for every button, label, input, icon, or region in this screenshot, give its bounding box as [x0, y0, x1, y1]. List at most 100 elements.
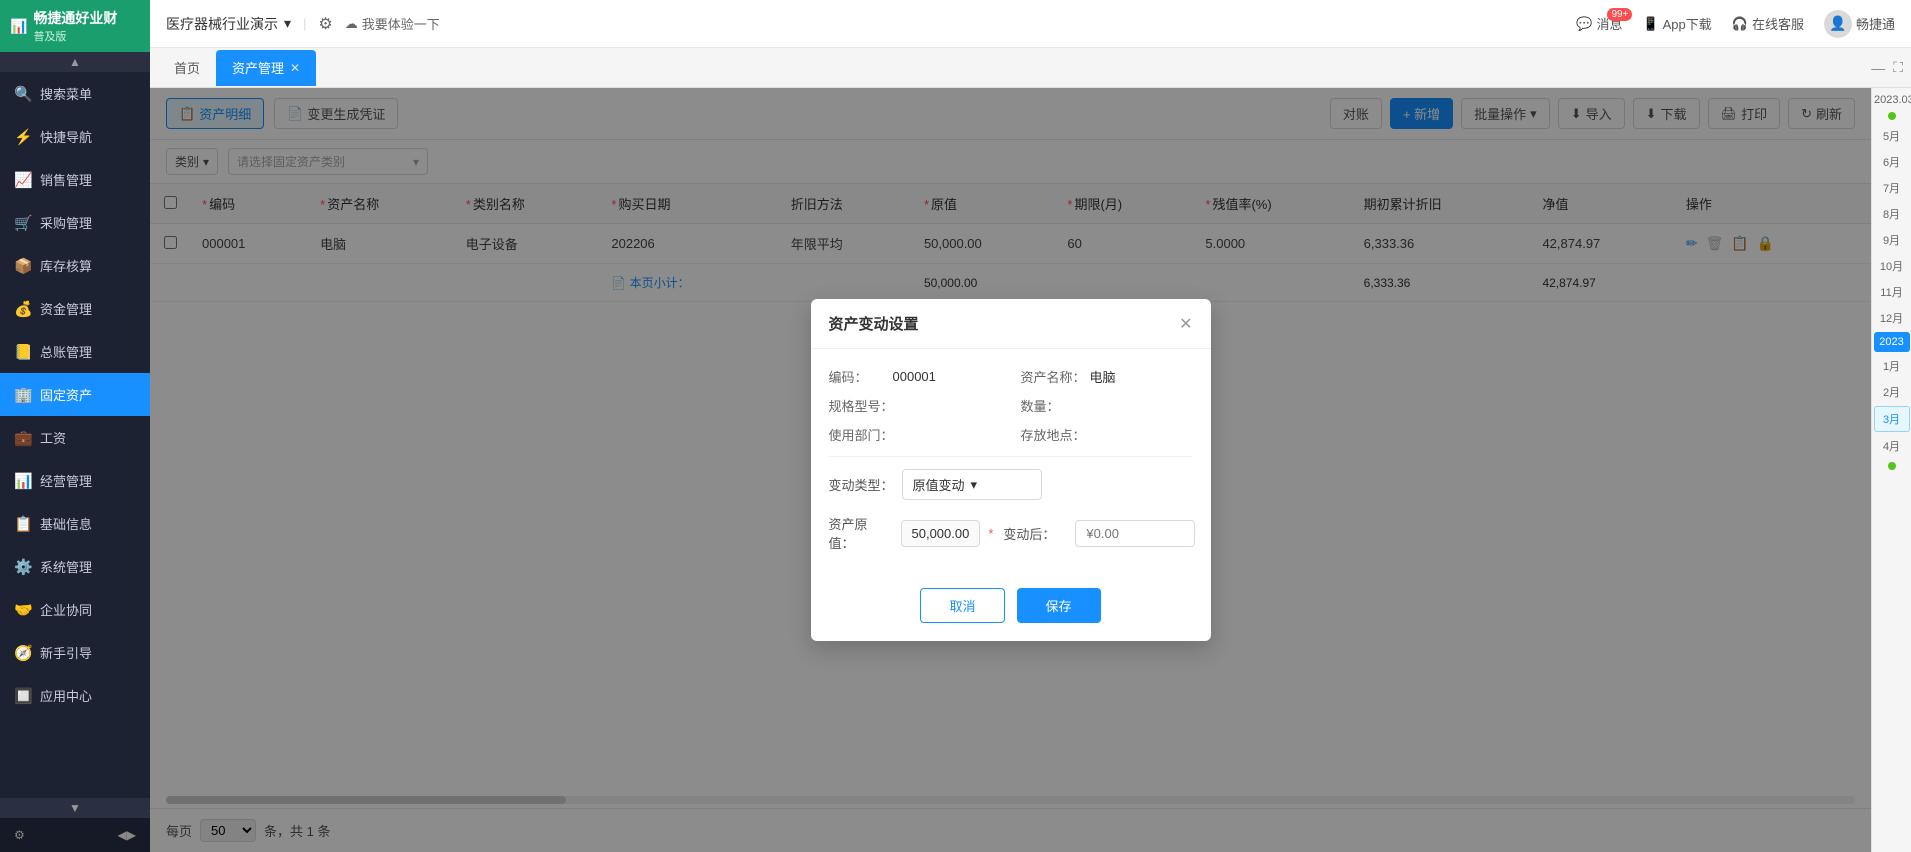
tabbar: 首页 资产管理 ✕ — ⛶: [150, 48, 1911, 88]
cal-nov[interactable]: 11月: [1874, 280, 1910, 304]
sidebar-item-label: 销售管理: [40, 170, 92, 189]
message-button[interactable]: 💬 消息 99+: [1576, 14, 1622, 33]
after-change-label: 变动后：: [1003, 524, 1067, 543]
feedback-button[interactable]: ☁ 我要体验一下: [345, 14, 440, 33]
topbar-right: 💬 消息 99+ 📱 App下载 🎧 在线客服 👤 畅捷通: [1576, 10, 1895, 38]
feedback-label: 我要体验一下: [362, 14, 440, 33]
cal-oct[interactable]: 10月: [1874, 254, 1910, 278]
cal-jan[interactable]: 1月: [1874, 354, 1910, 378]
app-download-button[interactable]: 📱 App下载: [1642, 14, 1711, 33]
company-selector[interactable]: 医疗器械行业演示 ▾: [166, 14, 291, 34]
asset-name-field: 资产名称： 电脑: [1021, 367, 1193, 386]
online-service-button[interactable]: 🎧 在线客服: [1732, 14, 1804, 33]
cal-dec[interactable]: 12月: [1874, 306, 1910, 330]
cal-2023[interactable]: 2023: [1874, 332, 1910, 352]
sidebar-item-payroll[interactable]: 💼 工资: [0, 416, 150, 459]
search-icon: 🔍: [14, 85, 32, 103]
cal-dot: [1888, 112, 1896, 120]
logo-subtitle: 普及版: [33, 28, 117, 44]
modal-close-button[interactable]: ✕: [1179, 314, 1192, 334]
sidebar-item-label: 企业协同: [40, 600, 92, 619]
sidebar-item-label: 搜索菜单: [40, 84, 92, 103]
sidebar-item-basicinfo[interactable]: 📋 基础信息: [0, 502, 150, 545]
page-content: 📋 资产明细 📄 变更生成凭证 对账 + 新增 批量操作: [150, 88, 1871, 852]
save-button[interactable]: 保存: [1017, 588, 1101, 623]
sidebar-item-finance[interactable]: 💰 资金管理: [0, 287, 150, 330]
sidebar-item-label: 基础信息: [40, 514, 92, 533]
sidebar-scroll-down[interactable]: ▼: [0, 798, 150, 818]
sidebar-item-guide[interactable]: 🧭 新手引导: [0, 631, 150, 674]
sidebar-item-label: 新手引导: [40, 643, 92, 662]
sidebar-item-label: 资金管理: [40, 299, 92, 318]
quantity-label: 数量：: [1021, 396, 1081, 415]
after-change-input[interactable]: [1075, 520, 1195, 547]
user-menu[interactable]: 👤 畅捷通: [1824, 10, 1895, 38]
cal-jul[interactable]: 7月: [1874, 176, 1910, 200]
sidebar-item-label: 快捷导航: [40, 127, 92, 146]
sales-icon: 📈: [14, 171, 32, 189]
logo-title: 畅捷通好业财: [33, 8, 117, 28]
sidebar-item-sales[interactable]: 📈 销售管理: [0, 158, 150, 201]
modal-header: 资产变动设置 ✕: [811, 299, 1211, 349]
tab-close-icon[interactable]: ✕: [290, 61, 300, 75]
code-label: 编码：: [829, 367, 889, 386]
topbar: 医疗器械行业演示 ▾ | ⚙ ☁ 我要体验一下 💬 消息 99+ 📱 App下载…: [150, 0, 1911, 48]
sidebar-item-inventory[interactable]: 📦 库存核算: [0, 244, 150, 287]
sidebar-item-fixedasset[interactable]: 🏢 固定资产: [0, 373, 150, 416]
sidebar-item-appcenter[interactable]: 🔲 应用中心: [0, 674, 150, 717]
cal-apr[interactable]: 4月: [1874, 434, 1910, 458]
department-label: 使用部门：: [829, 425, 894, 444]
storage-label: 存放地点：: [1021, 425, 1086, 444]
tab-home[interactable]: 首页: [158, 50, 216, 86]
sidebar-item-ledger[interactable]: 📒 总账管理: [0, 330, 150, 373]
payroll-icon: 💼: [14, 429, 32, 447]
sidebar-scroll-up[interactable]: ▲: [0, 52, 150, 72]
change-type-row: 变动类型： 原值变动 ▾: [829, 469, 1193, 500]
sidebar-item-operations[interactable]: 📊 经营管理: [0, 459, 150, 502]
required-star: *: [988, 526, 993, 541]
cal-year: 2023.03: [1872, 92, 1911, 108]
maximize-icon[interactable]: ⛶: [1893, 59, 1903, 76]
quantity-field: 数量：: [1021, 396, 1193, 415]
sidebar-item-label: 系统管理: [40, 557, 92, 576]
asset-name-label: 资产名称：: [1021, 367, 1086, 386]
logo-icon: 📊: [10, 18, 27, 35]
asset-change-modal: 资产变动设置 ✕ 编码： 000001 资产名称： 电脑: [811, 299, 1211, 641]
quicknav-icon: ⚡: [14, 128, 32, 146]
download-icon: 📱: [1642, 16, 1658, 32]
cal-mar[interactable]: 3月: [1874, 406, 1910, 432]
settings-gear-icon[interactable]: ⚙: [318, 14, 332, 34]
sidebar-item-label: 经营管理: [40, 471, 92, 490]
chevron-down-icon: ▾: [971, 477, 978, 493]
modal-info-row-2: 规格型号： 数量：: [829, 396, 1193, 415]
sidebar-bottom: ⚙ ◀▶: [0, 818, 150, 852]
original-value-input: 50,000.00: [901, 520, 981, 547]
sidebar-item-enterprise[interactable]: 🤝 企业协同: [0, 588, 150, 631]
change-type-select[interactable]: 原值变动 ▾: [902, 469, 1042, 500]
enterprise-icon: 🤝: [14, 601, 32, 619]
feedback-icon: ☁: [345, 16, 358, 32]
message-badge: 99+: [1607, 8, 1632, 21]
sidebar-item-label: 采购管理: [40, 213, 92, 232]
sidebar-item-system[interactable]: ⚙️ 系统管理: [0, 545, 150, 588]
avatar: 👤: [1824, 10, 1852, 38]
cancel-button[interactable]: 取消: [920, 588, 1004, 623]
sidebar-item-label: 工资: [40, 428, 66, 447]
cal-may[interactable]: 5月: [1874, 124, 1910, 148]
sidebar-item-purchase[interactable]: 🛒 采购管理: [0, 201, 150, 244]
system-icon: ⚙️: [14, 558, 32, 576]
settings-icon[interactable]: ⚙: [14, 828, 25, 842]
cal-aug[interactable]: 8月: [1874, 202, 1910, 226]
change-type-label: 变动类型：: [829, 475, 894, 494]
appcenter-icon: 🔲: [14, 687, 32, 705]
cal-sep[interactable]: 9月: [1874, 228, 1910, 252]
sidebar-item-search[interactable]: 🔍 搜索菜单: [0, 72, 150, 115]
collapse-icon[interactable]: ◀▶: [118, 828, 136, 842]
sidebar-item-label: 总账管理: [40, 342, 92, 361]
tab-asset[interactable]: 资产管理 ✕: [216, 50, 316, 86]
sidebar-item-quicknav[interactable]: ⚡ 快捷导航: [0, 115, 150, 158]
minimize-icon[interactable]: —: [1871, 60, 1885, 76]
cal-jun[interactable]: 6月: [1874, 150, 1910, 174]
tab-home-label: 首页: [174, 58, 200, 77]
cal-feb[interactable]: 2月: [1874, 380, 1910, 404]
